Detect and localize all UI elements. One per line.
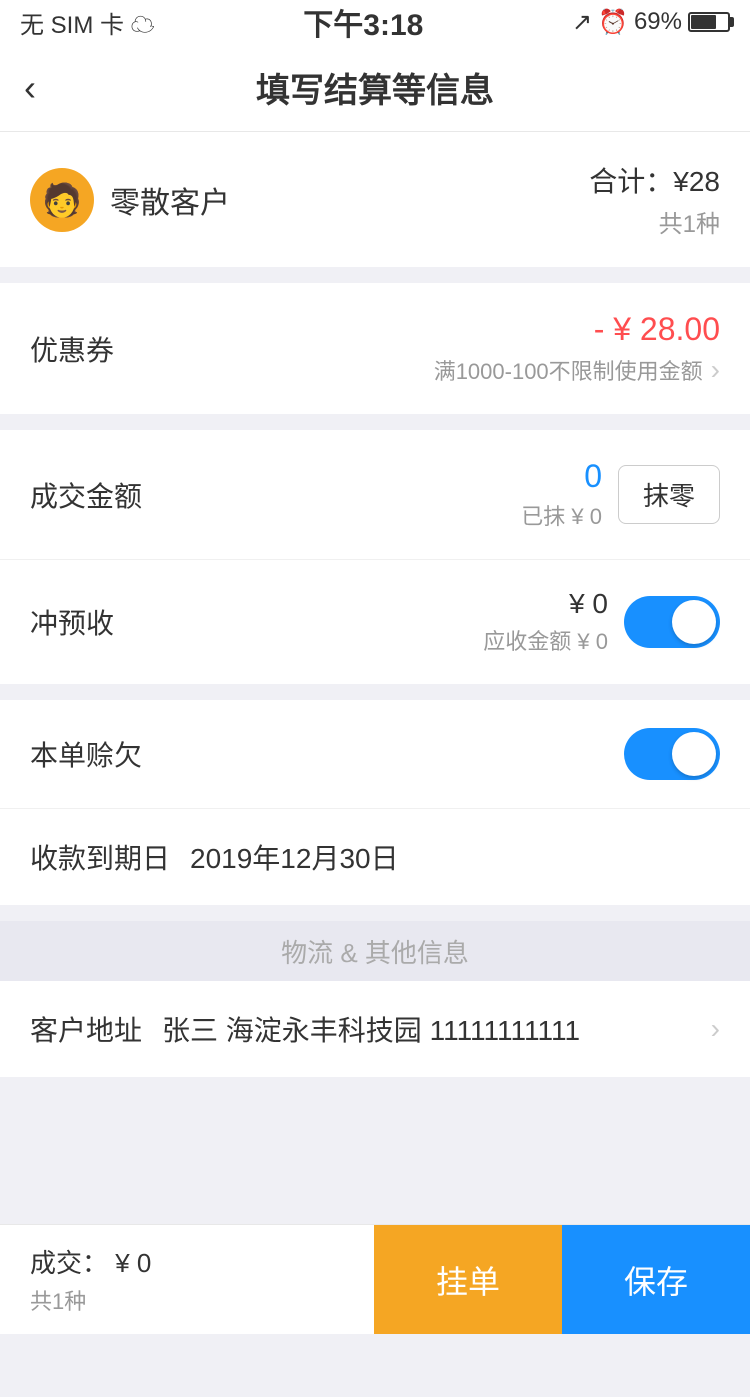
customer-left: 🧑 零散客户 — [30, 168, 230, 232]
total-count: 共1种 — [589, 204, 720, 239]
due-date-row: 收款到期日 2019年12月30日 — [0, 808, 750, 905]
coupon-discount: - ¥ 28.00 — [594, 311, 720, 348]
customer-avatar: 🧑 — [30, 168, 94, 232]
address-label: 客户地址 — [30, 1009, 142, 1049]
address-section[interactable]: 客户地址 张三 海淀永丰科技园 11111111111 › — [0, 981, 750, 1077]
round-button[interactable]: 抹零 — [618, 465, 720, 524]
avatar-icon: 🧑 — [42, 181, 82, 219]
precharge-sub-label: 应收金额 ¥ 0 — [483, 624, 608, 656]
coupon-row[interactable]: 优惠券 - ¥ 28.00 满1000-100不限制使用金额 › — [0, 283, 750, 414]
bottom-count: 共1种 — [30, 1284, 344, 1316]
nav-bar: ‹ 填写结算等信息 — [0, 44, 750, 132]
logistics-divider: 物流 & 其他信息 — [0, 921, 750, 981]
precharge-value: ¥ 0 — [483, 588, 608, 620]
precharge-right: ¥ 0 应收金额 ¥ 0 — [483, 588, 720, 656]
alarm-icon: ⏰ — [598, 8, 628, 37]
logistics-label: 物流 & 其他信息 — [281, 933, 469, 970]
status-right: ↗ ⏰ 69% — [572, 8, 730, 37]
customer-total: 合计：¥28 共1种 — [589, 160, 720, 239]
back-button[interactable]: ‹ — [24, 67, 36, 109]
transaction-section: 成交金额 0 已抹 ¥ 0 抹零 冲预收 ¥ 0 应收金额 ¥ 0 — [0, 430, 750, 684]
address-arrow-icon: › — [711, 1013, 720, 1045]
hang-order-button[interactable]: 挂单 — [374, 1225, 562, 1334]
precharge-amounts: ¥ 0 应收金额 ¥ 0 — [483, 588, 608, 656]
due-date-label: 收款到期日 — [30, 837, 170, 877]
debt-row: 本单赊欠 — [0, 700, 750, 808]
total-price: 合计：¥28 — [589, 160, 720, 200]
debt-section: 本单赊欠 收款到期日 2019年12月30日 — [0, 700, 750, 905]
precharge-label: 冲预收 — [30, 602, 114, 642]
bottom-transaction-value: ¥ 0 — [115, 1248, 151, 1278]
bottom-transaction: 成交： ¥ 0 — [30, 1243, 344, 1280]
coupon-description: 满1000-100不限制使用金额 — [434, 354, 703, 386]
bottom-info: 成交： ¥ 0 共1种 — [0, 1225, 374, 1334]
battery-icon — [688, 12, 730, 32]
save-button[interactable]: 保存 — [562, 1225, 750, 1334]
transaction-row: 成交金额 0 已抹 ¥ 0 抹零 — [0, 430, 750, 559]
toggle-knob — [672, 600, 716, 644]
location-icon: ↗ — [572, 8, 592, 37]
customer-section: 🧑 零散客户 合计：¥28 共1种 — [0, 132, 750, 267]
coupon-right: - ¥ 28.00 满1000-100不限制使用金额 › — [434, 311, 720, 386]
battery-label: 69% — [634, 8, 682, 36]
debt-label: 本单赊欠 — [30, 734, 142, 774]
status-time: 下午3:18 — [303, 0, 423, 44]
nav-title: 填写结算等信息 — [256, 63, 494, 112]
coupon-section: 优惠券 - ¥ 28.00 满1000-100不限制使用金额 › — [0, 283, 750, 414]
transaction-right: 0 已抹 ¥ 0 抹零 — [521, 458, 720, 531]
transaction-label: 成交金额 — [30, 475, 142, 515]
due-date-value: 2019年12月30日 — [190, 837, 399, 877]
coupon-label: 优惠券 — [30, 329, 114, 369]
transaction-value: 0 — [521, 458, 602, 495]
precharge-row: 冲预收 ¥ 0 应收金额 ¥ 0 — [0, 559, 750, 684]
customer-name: 零散客户 — [110, 178, 230, 222]
debt-toggle-knob — [672, 732, 716, 776]
debt-toggle[interactable] — [624, 728, 720, 780]
main-content: 🧑 零散客户 合计：¥28 共1种 优惠券 - ¥ 28.00 满1000-10… — [0, 132, 750, 1397]
bottom-transaction-label: 成交： — [30, 1248, 108, 1278]
status-left: 无 SIM 卡 ☁ — [20, 5, 155, 40]
status-bar: 无 SIM 卡 ☁ 下午3:18 ↗ ⏰ 69% — [0, 0, 750, 44]
precharge-toggle[interactable] — [624, 596, 720, 648]
address-value: 张三 海淀永丰科技园 11111111111 — [162, 1009, 703, 1049]
bottom-bar: 成交： ¥ 0 共1种 挂单 保存 — [0, 1224, 750, 1334]
already-rounded-label: 已抹 ¥ 0 — [521, 499, 602, 531]
sim-label: 无 SIM 卡 ☁ — [20, 5, 155, 40]
coupon-arrow-icon: › — [711, 354, 720, 386]
